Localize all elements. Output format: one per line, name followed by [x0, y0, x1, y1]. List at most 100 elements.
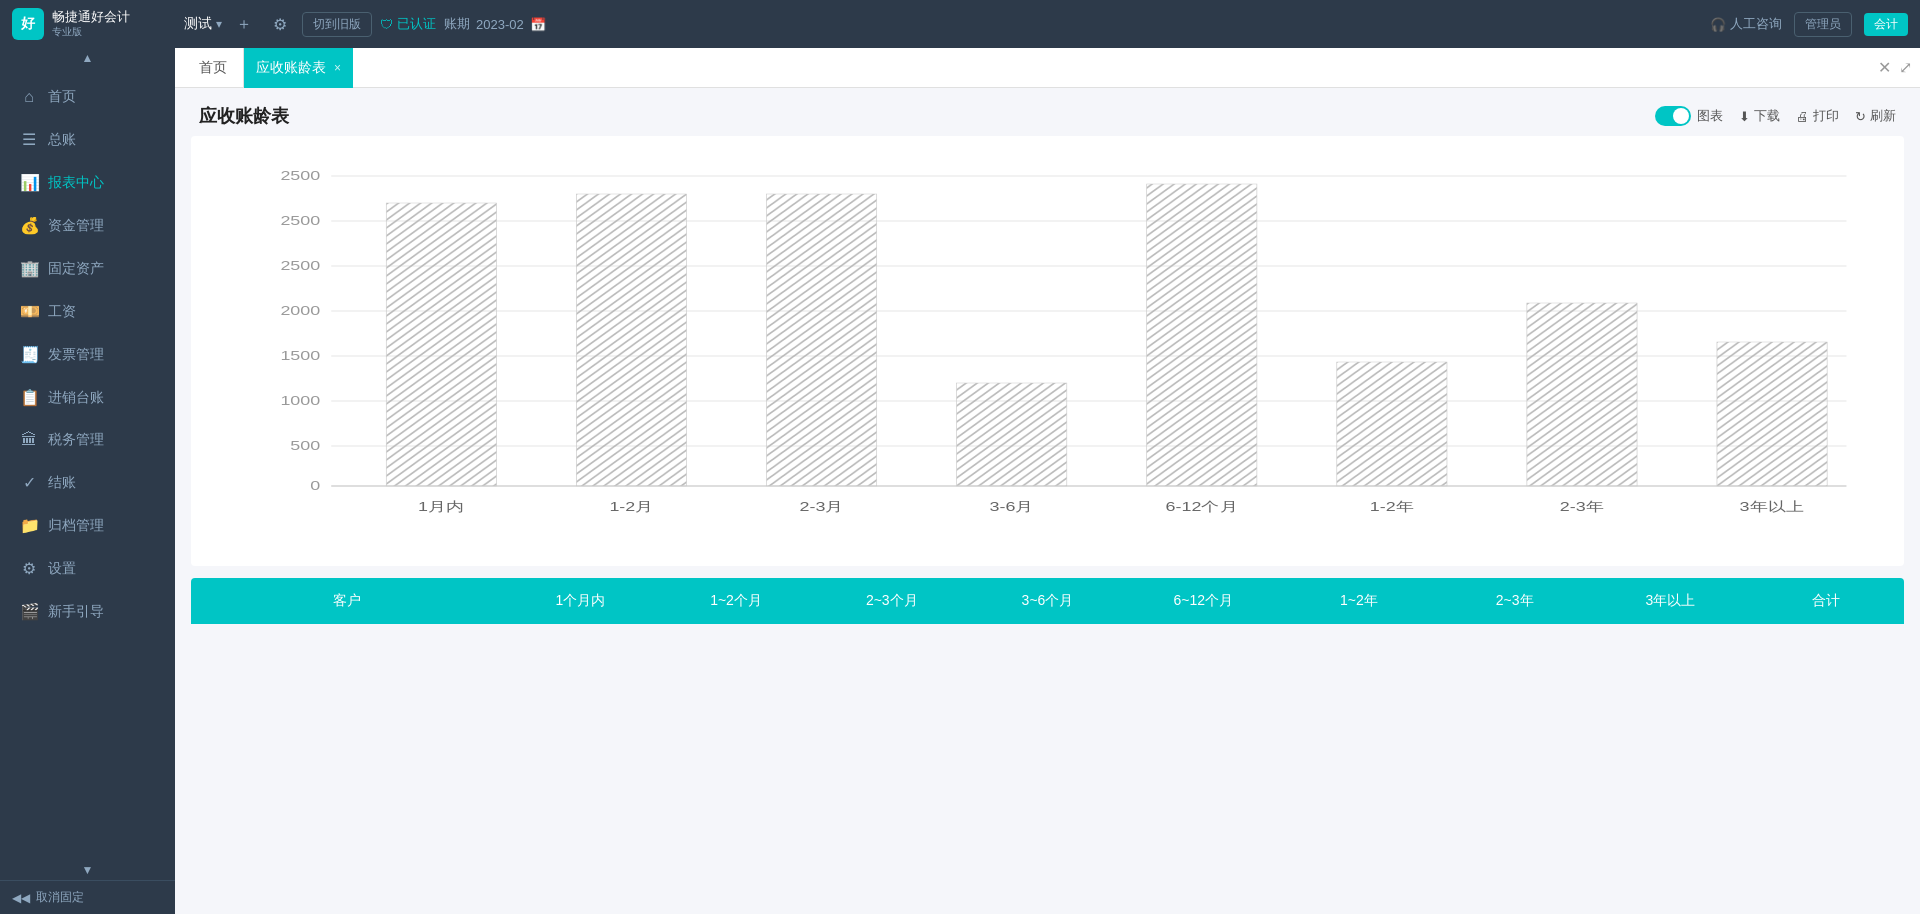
- period-info: 账期 2023-02 📅: [444, 15, 546, 33]
- refresh-icon: ↻: [1855, 109, 1866, 124]
- svg-text:3年以上: 3年以上: [1740, 499, 1805, 513]
- sidebar-item-label: 总账: [48, 131, 76, 149]
- sidebar-item-label: 发票管理: [48, 346, 104, 364]
- top-bar: 好 畅捷通好会计 专业版 测试 ▾ ＋ ⚙ 切到旧版 🛡 已认证 账期 2023…: [0, 0, 1920, 48]
- sidebar-item-label: 结账: [48, 474, 76, 492]
- accountant-button[interactable]: 会计: [1864, 13, 1908, 36]
- sidebar-item-label: 资金管理: [48, 217, 104, 235]
- table-section: 客户 1个月内 1~2个月 2~3个月 3~6个月 6~12个月 1~2年 2~…: [191, 578, 1904, 624]
- table-header: 客户 1个月内 1~2个月 2~3个月 3~6个月 6~12个月 1~2年 2~…: [191, 578, 1904, 624]
- sidebar-item-label: 工资: [48, 303, 76, 321]
- archive-icon: 📁: [20, 516, 38, 535]
- invoice-icon: 🧾: [20, 345, 38, 364]
- col-header-3-6m: 3~6个月: [970, 578, 1126, 624]
- sidebar-item-label: 归档管理: [48, 517, 104, 535]
- col-header-1-2m: 1~2个月: [658, 578, 814, 624]
- chevron-down-icon: ▾: [216, 17, 222, 31]
- sidebar-item-label: 税务管理: [48, 431, 104, 449]
- svg-text:1月内: 1月内: [418, 499, 465, 513]
- svg-text:2500: 2500: [280, 258, 320, 272]
- page-content: 应收账龄表 图表 ⬇ 下载 🖨 打印 ↻: [175, 88, 1920, 914]
- tab-close-button[interactable]: ×: [334, 61, 341, 75]
- logo-icon: 好: [12, 8, 44, 40]
- sidebar-item-closing[interactable]: ✓ 结账: [0, 461, 175, 504]
- tab-label: 应收账龄表: [256, 59, 326, 77]
- page-actions: 图表 ⬇ 下载 🖨 打印 ↻ 刷新: [1655, 106, 1896, 126]
- print-icon: 🖨: [1796, 109, 1809, 124]
- chart-toggle[interactable]: [1655, 106, 1691, 126]
- sidebar-item-salary[interactable]: 💴 工资: [0, 290, 175, 333]
- old-version-button[interactable]: 切到旧版: [302, 12, 372, 37]
- top-right: 🎧 人工咨询 管理员 会计: [1710, 12, 1908, 37]
- svg-text:2000: 2000: [280, 303, 320, 317]
- bar-3: [766, 194, 876, 486]
- cancel-pin-button[interactable]: ◀◀ 取消固定: [0, 880, 175, 914]
- sidebar-item-reports[interactable]: 📊 报表中心: [0, 161, 175, 204]
- logo-text: 畅捷通好会计 专业版: [52, 9, 130, 39]
- pin-icon: ◀◀: [12, 891, 30, 905]
- col-header-3y-plus: 3年以上: [1593, 578, 1749, 624]
- bar-6: [1337, 362, 1447, 486]
- sidebar-item-archive[interactable]: 📁 归档管理: [0, 504, 175, 547]
- sidebar-scroll: ⌂ 首页 ☰ 总账 📊 报表中心 💰 资金管理 🏢 固定资产 💴 工资: [0, 68, 175, 860]
- bar-chart: 2500 2500 2500 2000 1500 1000 500 0: [221, 156, 1874, 536]
- content-area: 首页 应收账龄表 × ✕ ⤢ 应收账龄表 图表: [175, 48, 1920, 914]
- svg-text:2-3年: 2-3年: [1560, 499, 1604, 513]
- page-header: 应收账龄表 图表 ⬇ 下载 🖨 打印 ↻: [175, 88, 1920, 136]
- svg-text:2500: 2500: [280, 213, 320, 227]
- sidebar-item-label: 进销台账: [48, 389, 104, 407]
- reports-icon: 📊: [20, 173, 38, 192]
- main-layout: ▲ ⌂ 首页 ☰ 总账 📊 报表中心 💰 资金管理 🏢 固定资产: [0, 48, 1920, 914]
- chart-container: 2500 2500 2500 2000 1500 1000 500 0: [221, 156, 1874, 536]
- scroll-up-arrow[interactable]: ▲: [0, 48, 175, 68]
- sidebar-item-label: 报表中心: [48, 174, 104, 192]
- sidebar-item-label: 设置: [48, 560, 76, 578]
- user-button[interactable]: 管理员: [1794, 12, 1852, 37]
- sidebar-item-funds[interactable]: 💰 资金管理: [0, 204, 175, 247]
- svg-text:3-6月: 3-6月: [990, 499, 1034, 513]
- svg-text:0: 0: [310, 478, 320, 492]
- sidebar-item-assets[interactable]: 🏢 固定资产: [0, 247, 175, 290]
- salary-icon: 💴: [20, 302, 38, 321]
- tab-home[interactable]: 首页: [183, 48, 244, 88]
- home-icon: ⌂: [20, 88, 38, 106]
- sidebar-item-tax[interactable]: 🏛 税务管理: [0, 419, 175, 461]
- assets-icon: 🏢: [20, 259, 38, 278]
- add-button[interactable]: ＋: [230, 10, 258, 38]
- settings-icon: ⚙: [20, 559, 38, 578]
- sidebar-item-ledger[interactable]: ☰ 总账: [0, 118, 175, 161]
- refresh-button[interactable]: ↻ 刷新: [1855, 107, 1896, 125]
- print-button[interactable]: 🖨 打印: [1796, 107, 1839, 125]
- guide-icon: 🎬: [20, 602, 38, 621]
- sidebar-item-home[interactable]: ⌂ 首页: [0, 76, 175, 118]
- col-header-2-3y: 2~3年: [1437, 578, 1593, 624]
- ledger-icon: ☰: [20, 130, 38, 149]
- expand-button[interactable]: ⤢: [1899, 58, 1912, 77]
- sidebar-item-purchase[interactable]: 📋 进销台账: [0, 376, 175, 419]
- svg-text:1500: 1500: [280, 348, 320, 362]
- sidebar-item-label: 首页: [48, 88, 76, 106]
- bar-1: [386, 203, 496, 486]
- sidebar-item-label: 新手引导: [48, 603, 104, 621]
- shield-icon: 🛡: [380, 17, 393, 32]
- sidebar-item-invoice[interactable]: 🧾 发票管理: [0, 333, 175, 376]
- page-title: 应收账龄表: [199, 104, 289, 128]
- svg-text:6-12个月: 6-12个月: [1166, 499, 1238, 513]
- bar-2: [576, 194, 686, 486]
- bar-4: [957, 383, 1067, 486]
- col-header-1m: 1个月内: [502, 578, 658, 624]
- company-selector[interactable]: 测试 ▾: [184, 15, 222, 33]
- col-header-2-3m: 2~3个月: [814, 578, 970, 624]
- sidebar-item-guide[interactable]: 🎬 新手引导: [0, 590, 175, 633]
- sidebar-item-settings[interactable]: ⚙ 设置: [0, 547, 175, 590]
- certified-badge: 🛡 已认证: [380, 15, 436, 33]
- svg-text:1-2月: 1-2月: [609, 499, 653, 513]
- calendar-icon[interactable]: 📅: [530, 17, 546, 32]
- close-window-button[interactable]: ✕: [1878, 58, 1891, 77]
- scroll-down-arrow[interactable]: ▼: [0, 860, 175, 880]
- settings-icon-button[interactable]: ⚙: [266, 10, 294, 38]
- tab-active[interactable]: 应收账龄表 ×: [244, 48, 353, 88]
- consult-button[interactable]: 🎧 人工咨询: [1710, 15, 1782, 33]
- svg-text:1000: 1000: [280, 393, 320, 407]
- download-button[interactable]: ⬇ 下载: [1739, 107, 1780, 125]
